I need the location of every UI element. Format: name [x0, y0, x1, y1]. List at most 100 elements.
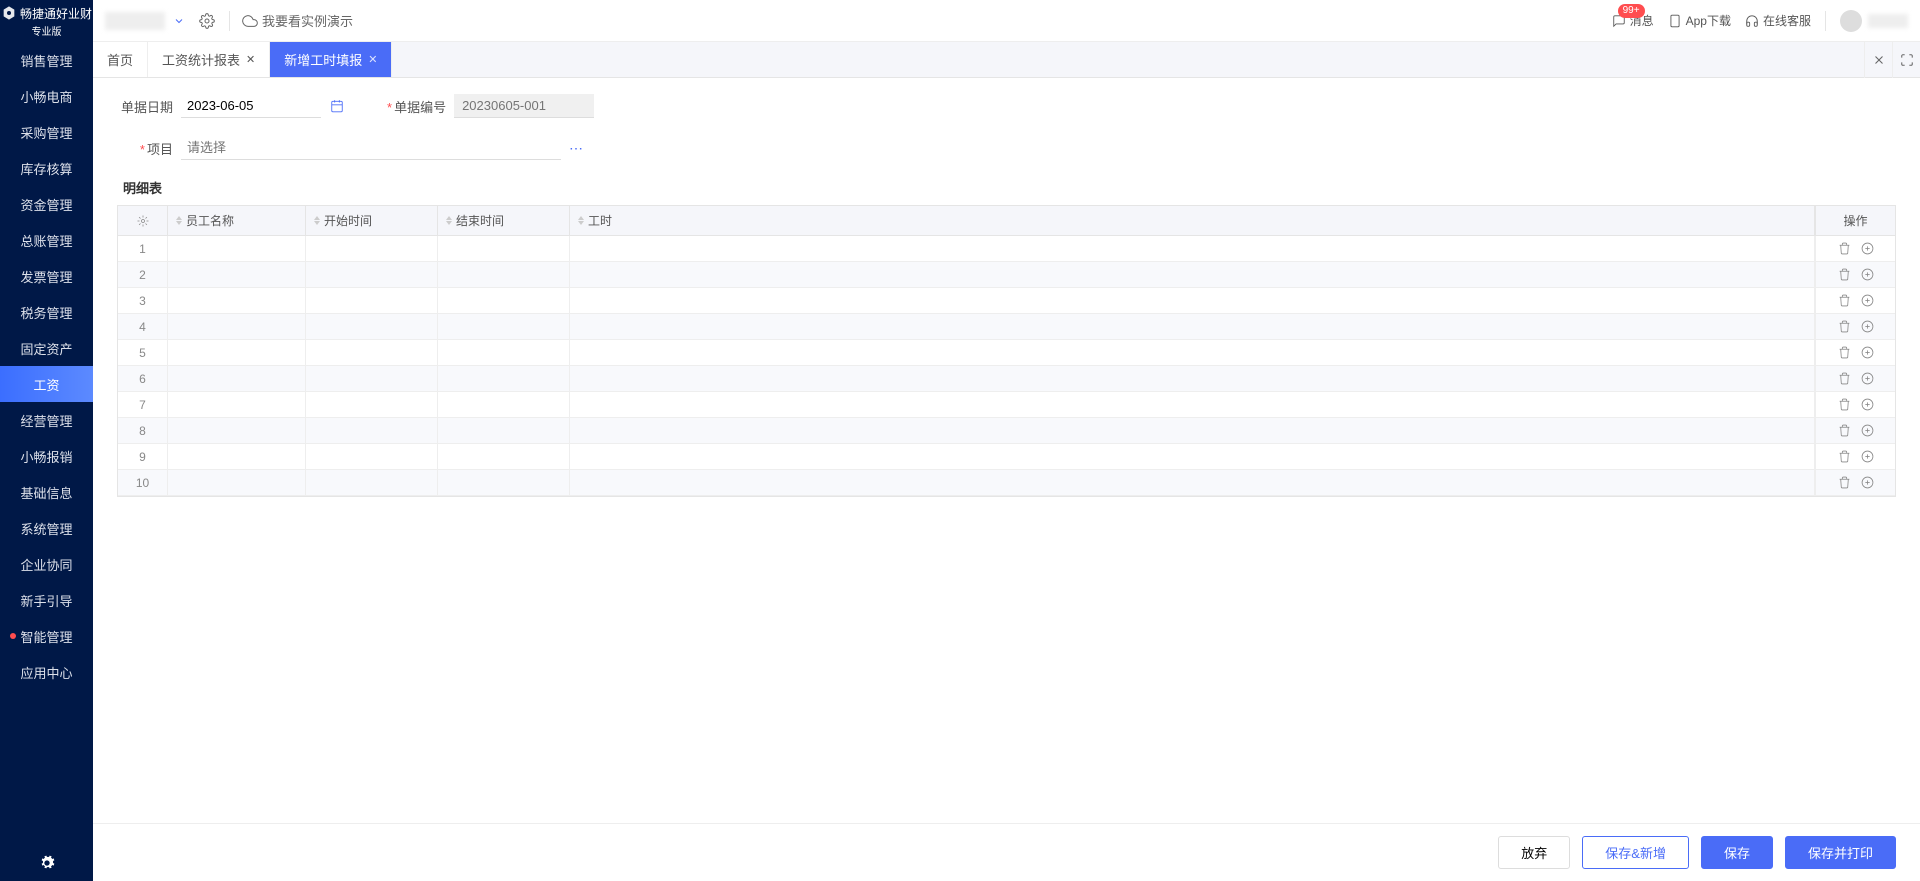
project-input[interactable] — [181, 136, 561, 160]
table-row[interactable]: 3 — [118, 288, 1895, 314]
table-row[interactable]: 2 — [118, 262, 1895, 288]
td-start-time[interactable] — [306, 340, 438, 365]
table-row[interactable]: 5 — [118, 340, 1895, 366]
td-employee[interactable] — [168, 314, 306, 339]
th-start-time[interactable]: 开始时间 — [306, 206, 438, 235]
fullscreen-button[interactable] — [1892, 42, 1920, 78]
sidebar-item-5[interactable]: 总账管理 — [0, 222, 93, 258]
sidebar-item-3[interactable]: 库存核算 — [0, 150, 93, 186]
td-hours[interactable] — [570, 340, 1815, 365]
td-hours[interactable] — [570, 470, 1815, 495]
td-hours[interactable] — [570, 288, 1815, 313]
sidebar-settings-button[interactable] — [0, 845, 93, 881]
delete-icon[interactable] — [1838, 242, 1851, 255]
td-end-time[interactable] — [438, 340, 570, 365]
table-row[interactable]: 1 — [118, 236, 1895, 262]
td-end-time[interactable] — [438, 288, 570, 313]
sidebar-item-6[interactable]: 发票管理 — [0, 258, 93, 294]
add-row-icon[interactable] — [1861, 320, 1874, 333]
td-employee[interactable] — [168, 366, 306, 391]
td-hours[interactable] — [570, 444, 1815, 469]
table-row[interactable]: 6 — [118, 366, 1895, 392]
delete-icon[interactable] — [1838, 294, 1851, 307]
sidebar-item-8[interactable]: 固定资产 — [0, 330, 93, 366]
add-row-icon[interactable] — [1861, 346, 1874, 359]
table-row[interactable]: 4 — [118, 314, 1895, 340]
tab-1[interactable]: 工资统计报表✕ — [148, 42, 270, 77]
td-employee[interactable] — [168, 236, 306, 261]
delete-icon[interactable] — [1838, 476, 1851, 489]
td-end-time[interactable] — [438, 262, 570, 287]
sidebar-item-12[interactable]: 基础信息 — [0, 474, 93, 510]
online-service-button[interactable]: 在线客服 — [1745, 12, 1811, 29]
td-employee[interactable] — [168, 262, 306, 287]
sidebar-item-17[interactable]: 应用中心 — [0, 654, 93, 690]
sidebar-item-14[interactable]: 企业协同 — [0, 546, 93, 582]
th-end-time[interactable]: 结束时间 — [438, 206, 570, 235]
add-row-icon[interactable] — [1861, 242, 1874, 255]
settings-button[interactable] — [197, 11, 217, 31]
delete-icon[interactable] — [1838, 268, 1851, 281]
date-picker-button[interactable] — [327, 96, 347, 116]
tab-close-button[interactable]: ✕ — [368, 53, 377, 66]
app-download-button[interactable]: App下载 — [1668, 12, 1731, 29]
td-employee[interactable] — [168, 288, 306, 313]
table-row[interactable]: 10 — [118, 470, 1895, 496]
tabs-close-all-button[interactable] — [1864, 42, 1892, 78]
sidebar-item-10[interactable]: 经营管理 — [0, 402, 93, 438]
td-start-time[interactable] — [306, 366, 438, 391]
user-menu[interactable] — [1840, 10, 1908, 32]
add-row-icon[interactable] — [1861, 372, 1874, 385]
td-hours[interactable] — [570, 366, 1815, 391]
td-end-time[interactable] — [438, 314, 570, 339]
td-end-time[interactable] — [438, 366, 570, 391]
td-start-time[interactable] — [306, 444, 438, 469]
delete-icon[interactable] — [1838, 398, 1851, 411]
td-hours[interactable] — [570, 236, 1815, 261]
org-selector[interactable] — [105, 12, 185, 30]
delete-icon[interactable] — [1838, 450, 1851, 463]
sidebar-item-2[interactable]: 采购管理 — [0, 114, 93, 150]
sidebar-item-7[interactable]: 税务管理 — [0, 294, 93, 330]
sidebar-item-15[interactable]: 新手引导 — [0, 582, 93, 618]
table-row[interactable]: 8 — [118, 418, 1895, 444]
sidebar-item-9[interactable]: 工资 — [0, 366, 93, 402]
date-input[interactable] — [181, 94, 321, 118]
add-row-icon[interactable] — [1861, 476, 1874, 489]
sidebar-item-1[interactable]: 小畅电商 — [0, 78, 93, 114]
save-and-new-button[interactable]: 保存&新增 — [1582, 836, 1689, 869]
td-start-time[interactable] — [306, 262, 438, 287]
th-employee[interactable]: 员工名称 — [168, 206, 306, 235]
discard-button[interactable]: 放弃 — [1498, 836, 1570, 869]
add-row-icon[interactable] — [1861, 294, 1874, 307]
project-more-button[interactable]: ⋯ — [569, 140, 585, 157]
td-hours[interactable] — [570, 262, 1815, 287]
delete-icon[interactable] — [1838, 424, 1851, 437]
demo-link[interactable]: 我要看实例演示 — [242, 11, 353, 30]
sidebar-item-13[interactable]: 系统管理 — [0, 510, 93, 546]
tab-2[interactable]: 新增工时填报✕ — [270, 42, 392, 77]
td-employee[interactable] — [168, 470, 306, 495]
th-hours[interactable]: 工时 — [570, 206, 1815, 235]
td-start-time[interactable] — [306, 470, 438, 495]
delete-icon[interactable] — [1838, 372, 1851, 385]
td-end-time[interactable] — [438, 392, 570, 417]
td-end-time[interactable] — [438, 418, 570, 443]
add-row-icon[interactable] — [1861, 268, 1874, 281]
td-start-time[interactable] — [306, 418, 438, 443]
table-row[interactable]: 9 — [118, 444, 1895, 470]
tab-close-button[interactable]: ✕ — [246, 53, 255, 66]
td-employee[interactable] — [168, 392, 306, 417]
delete-icon[interactable] — [1838, 346, 1851, 359]
td-hours[interactable] — [570, 392, 1815, 417]
sidebar-item-0[interactable]: 销售管理 — [0, 42, 93, 78]
add-row-icon[interactable] — [1861, 424, 1874, 437]
tab-0[interactable]: 首页 — [93, 42, 148, 77]
td-employee[interactable] — [168, 444, 306, 469]
sidebar-item-11[interactable]: 小畅报销 — [0, 438, 93, 474]
th-config[interactable] — [118, 206, 168, 235]
td-start-time[interactable] — [306, 236, 438, 261]
sidebar-item-16[interactable]: 智能管理 — [0, 618, 93, 654]
save-button[interactable]: 保存 — [1701, 836, 1773, 869]
td-start-time[interactable] — [306, 288, 438, 313]
